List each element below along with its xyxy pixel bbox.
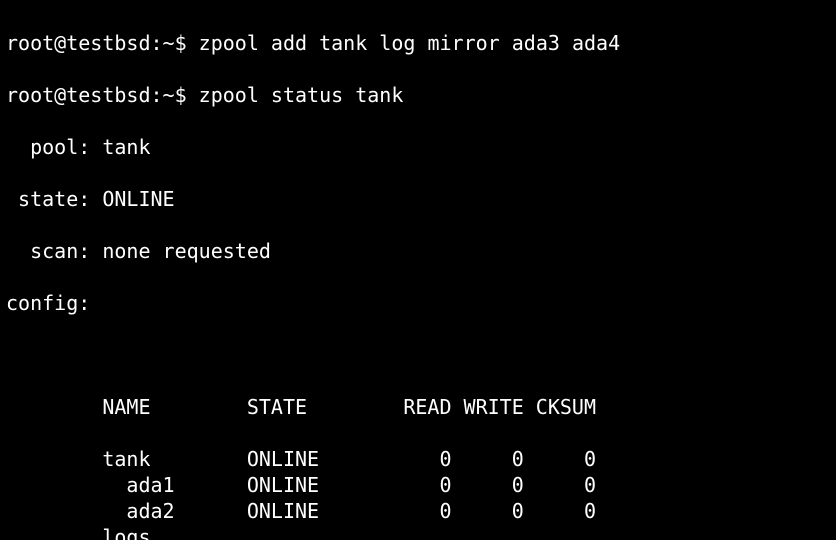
command-status: zpool status tank: [199, 83, 404, 107]
pool-line: pool: tank: [6, 134, 830, 160]
table-row: tank ONLINE 0 0 0: [6, 446, 830, 472]
cmd-line-1: root@testbsd:~$ zpool add tank log mirro…: [6, 30, 830, 56]
table-row: ada2 ONLINE 0 0 0: [6, 498, 830, 524]
blank-line: [6, 342, 830, 368]
scan-line: scan: none requested: [6, 238, 830, 264]
config-line: config:: [6, 290, 830, 316]
config-header: NAME STATE READ WRITE CKSUM: [6, 394, 830, 420]
command-add: zpool add tank log mirror ada3 ada4: [199, 31, 620, 55]
terminal-output: root@testbsd:~$ zpool add tank log mirro…: [0, 0, 836, 540]
table-row: ada1 ONLINE 0 0 0: [6, 472, 830, 498]
table-row: logs: [6, 524, 830, 540]
config-rows: tank ONLINE 0 0 0 ada1 ONLINE 0 0 0 ada2…: [6, 446, 830, 540]
state-line: state: ONLINE: [6, 186, 830, 212]
cmd-line-2: root@testbsd:~$ zpool status tank: [6, 82, 830, 108]
prompt: root@testbsd:~$: [6, 31, 187, 55]
prompt: root@testbsd:~$: [6, 83, 187, 107]
